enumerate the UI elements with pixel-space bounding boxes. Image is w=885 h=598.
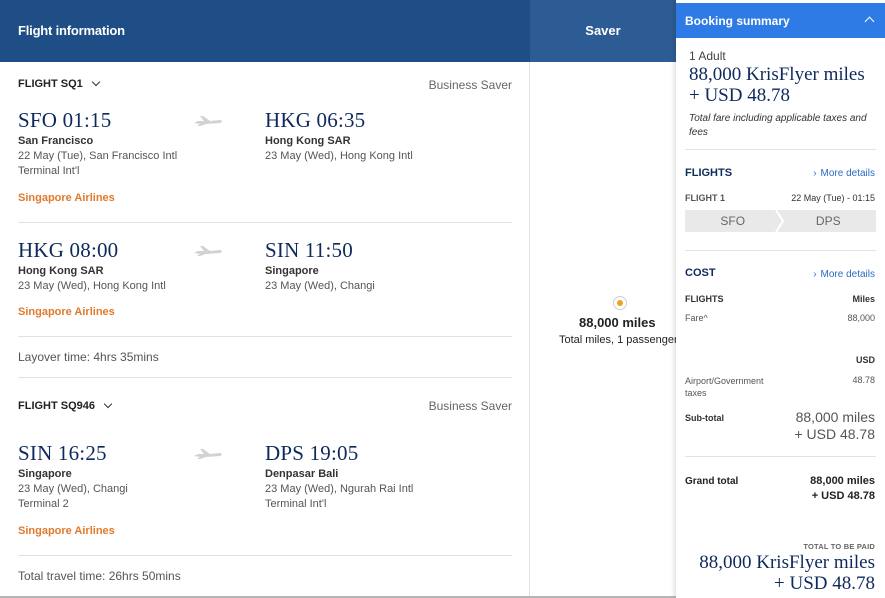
arrival-code-time: DPS 19:05 <box>265 441 359 465</box>
more-details-label: More details <box>820 269 875 280</box>
subtotal-usd: + USD 48.78 <box>794 426 875 442</box>
saver-column-title: Saver <box>585 23 621 38</box>
chevron-right-icon: › <box>813 168 817 179</box>
arrival-date-airport: 23 May (Wed), Hong Kong Intl <box>265 150 413 162</box>
grand-total-label: Grand total <box>685 476 739 487</box>
arrival: HKG 06:35 Hong Kong SAR 23 May (Wed), Ho… <box>265 108 413 164</box>
flights-more-details-link[interactable]: › More details <box>813 168 875 179</box>
booking-summary-panel: Booking summary 1 Adult 88,000 KrisFlyer… <box>676 0 885 598</box>
arrival-date-airport: 23 May (Wed), Ngurah Rai Intl <box>265 483 414 495</box>
divider <box>685 250 876 251</box>
cost-section-title: COST <box>685 267 716 279</box>
cabin-class: Business Saver <box>428 399 512 413</box>
arrival: DPS 19:05 Denpasar Bali 23 May (Wed), Ng… <box>265 441 413 512</box>
fare-select-radio[interactable] <box>613 296 627 310</box>
arrival-code-time: HKG 06:35 <box>265 108 366 132</box>
arrival-code-time: SIN 11:50 <box>265 238 353 262</box>
departure-code-time: HKG 08:00 <box>18 238 119 262</box>
route-destination: DPS <box>815 214 841 228</box>
chevron-right-icon: › <box>813 269 817 280</box>
flight-information-title: Flight information <box>18 23 125 38</box>
divider <box>18 336 512 337</box>
grand-total-value: 88,000 miles + USD 48.78 <box>810 474 875 504</box>
flight-sq1-toggle[interactable]: FLIGHT SQ1 <box>18 77 101 90</box>
grand-total-miles: 88,000 miles <box>810 475 875 487</box>
total-to-be-paid-usd: + USD 48.78 <box>774 573 875 594</box>
price-note: Total fare including applicable taxes an… <box>689 113 867 138</box>
arrival-terminal: Terminal Int'l <box>265 498 327 510</box>
flight-title: FLIGHT SQ946 <box>18 400 96 412</box>
operating-airline: Singapore Airlines <box>18 306 115 318</box>
summary-price-usd: + USD 48.78 <box>689 85 790 106</box>
summary-price-miles: 88,000 KrisFlyer miles <box>689 64 865 85</box>
departure-city: Singapore <box>18 468 72 480</box>
departure-date-airport: 22 May (Tue), San Francisco Intl <box>18 150 178 162</box>
layover-time: Layover time: 4hrs 35mins <box>18 350 159 364</box>
booking-summary-title: Booking summary <box>685 14 790 28</box>
flights-section-title: FLIGHTS <box>685 167 733 179</box>
grand-total-usd: + USD 48.78 <box>811 490 875 502</box>
total-travel-time: Total travel time: 26hrs 50mins <box>18 569 181 583</box>
chevron-down-icon <box>91 77 101 87</box>
departure: SFO 01:15 San Francisco 22 May (Tue), Sa… <box>18 108 177 179</box>
airplane-icon <box>194 246 222 256</box>
departure-code-time: SFO 01:15 <box>18 108 112 132</box>
fare-label: Fare^ <box>685 313 708 323</box>
subtotal-miles: 88,000 miles <box>795 409 875 425</box>
saver-fare-column[interactable]: 88,000 miles Total miles, 1 passenger <box>529 62 678 598</box>
airplane-icon <box>194 449 222 459</box>
departure-terminal: Terminal 2 <box>18 498 69 510</box>
subtotal-value: 88,000 miles + USD 48.78 <box>794 409 875 443</box>
airplane-icon <box>194 116 222 126</box>
operating-airline: Singapore Airlines <box>18 525 115 537</box>
arrival: SIN 11:50 Singapore 23 May (Wed), Changi <box>265 238 375 294</box>
flight-1-datetime: 22 May (Tue) - 01:15 <box>791 193 875 203</box>
saver-column-header: Saver <box>530 0 676 62</box>
arrival-city: Denpasar Bali <box>265 468 339 480</box>
flight-sq946-toggle[interactable]: FLIGHT SQ946 <box>18 399 113 412</box>
departure-date-airport: 23 May (Wed), Changi <box>18 483 128 495</box>
cost-more-details-link[interactable]: › More details <box>813 269 875 280</box>
route-origin: SFO <box>720 214 746 228</box>
total-to-be-paid-miles: 88,000 KrisFlyer miles <box>699 552 875 573</box>
cost-flights-header: FLIGHTS <box>685 294 724 304</box>
divider <box>18 555 512 556</box>
departure-city: San Francisco <box>18 135 94 147</box>
usd-header: USD <box>855 355 875 365</box>
flight-1-label: FLIGHT 1 <box>685 193 725 203</box>
divider <box>18 222 512 223</box>
flight-information-header: Flight information <box>0 0 530 62</box>
more-details-label: More details <box>820 168 875 179</box>
taxes-label: Airport/Government taxes <box>685 376 764 398</box>
divider <box>685 456 876 457</box>
subtotal-label: Sub-total <box>685 413 724 423</box>
cabin-class: Business Saver <box>428 78 512 92</box>
route-arrow-icon <box>775 210 785 232</box>
departure-city: Hong Kong SAR <box>18 265 104 277</box>
departure: SIN 16:25 Singapore 23 May (Wed), Changi… <box>18 441 128 512</box>
fare-subtitle: Total miles, 1 passenger <box>559 334 678 346</box>
total-to-be-paid-label: TOTAL TO BE PAID <box>803 542 875 551</box>
departure-code-time: SIN 16:25 <box>18 441 107 465</box>
miles-header: Miles <box>852 294 875 304</box>
arrival-city: Hong Kong SAR <box>265 135 351 147</box>
divider <box>685 149 876 150</box>
departure-terminal: Terminal Int'l <box>18 165 80 177</box>
arrival-city: Singapore <box>265 265 319 277</box>
booking-summary-header[interactable]: Booking summary <box>676 3 885 38</box>
departure-date-airport: 23 May (Wed), Hong Kong Intl <box>18 280 166 292</box>
chevron-up-icon[interactable] <box>864 16 875 27</box>
route-bar: SFO DPS <box>685 210 876 232</box>
taxes-value: 48.78 <box>852 375 875 385</box>
fare-value: 88,000 <box>847 313 875 323</box>
departure: HKG 08:00 Hong Kong SAR 23 May (Wed), Ho… <box>18 238 166 294</box>
summary-total-price: 88,000 KrisFlyer miles + USD 48.78 <box>689 64 865 106</box>
divider <box>18 377 512 378</box>
total-to-be-paid-value: 88,000 KrisFlyer miles + USD 48.78 <box>699 552 875 594</box>
operating-airline: Singapore Airlines <box>18 192 115 204</box>
passenger-count: 1 Adult <box>689 49 726 63</box>
flight-title: FLIGHT SQ1 <box>18 78 83 90</box>
arrival-date-airport: 23 May (Wed), Changi <box>265 280 375 292</box>
chevron-down-icon <box>103 399 113 409</box>
